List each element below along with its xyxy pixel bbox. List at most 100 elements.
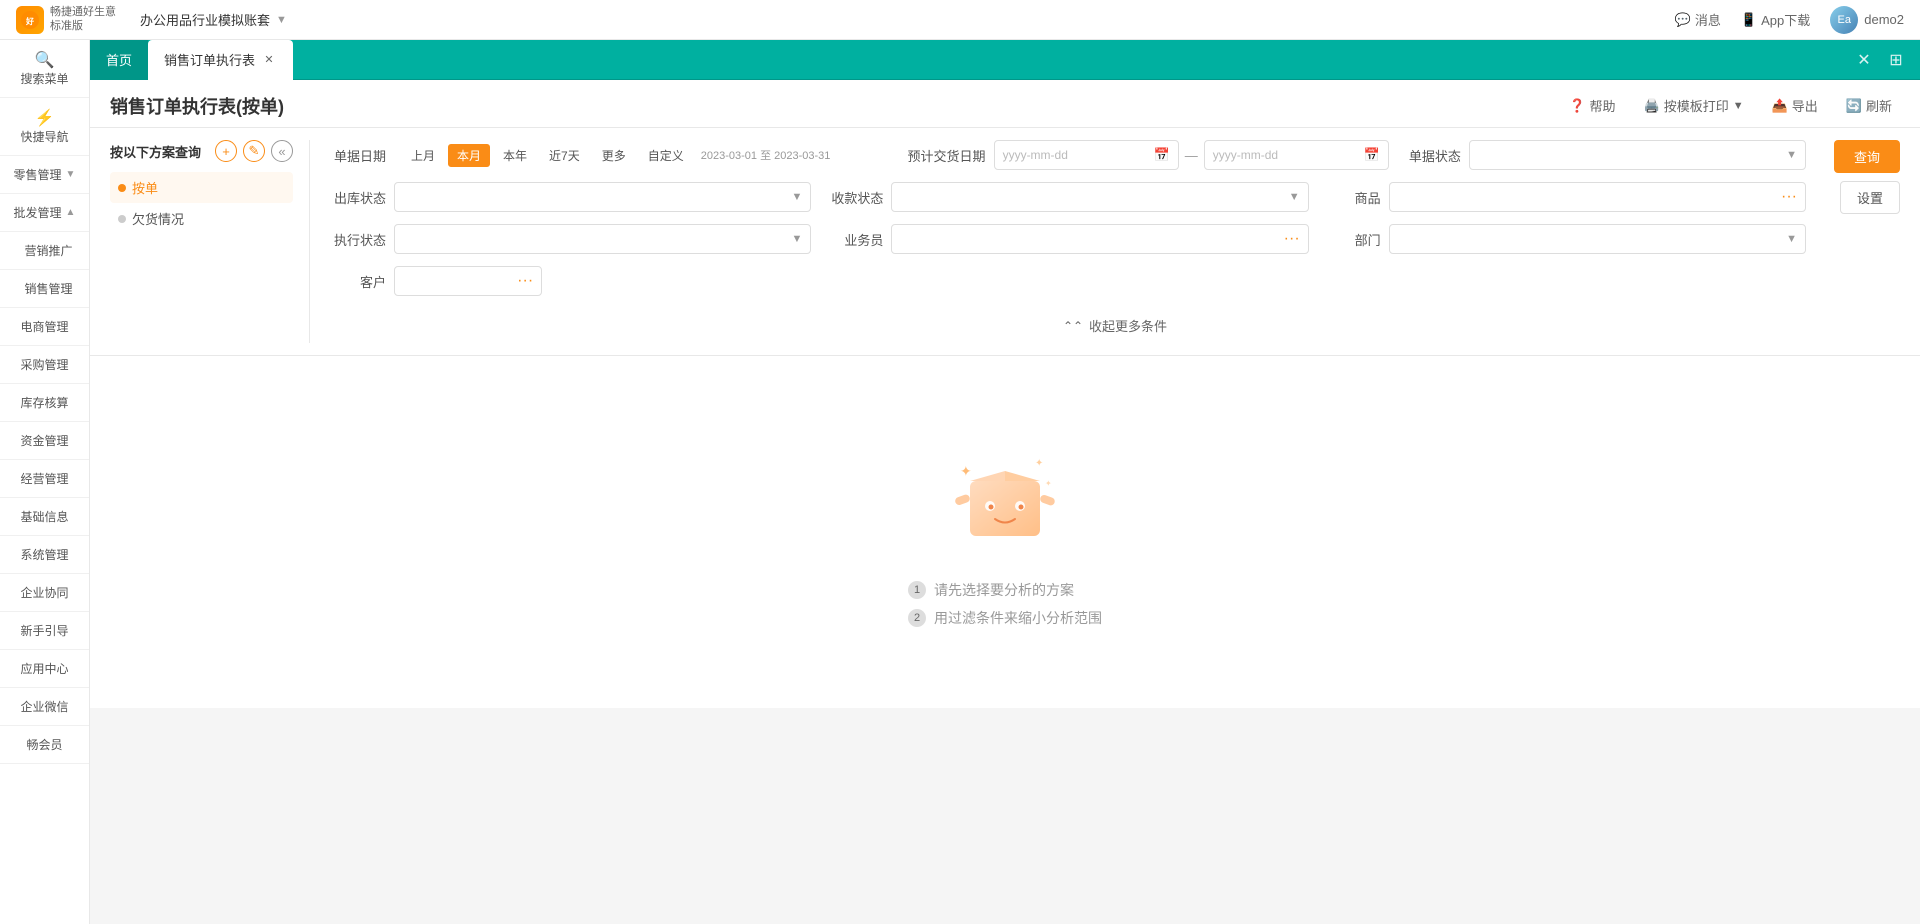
collapse-scheme-button[interactable]: « (271, 140, 293, 162)
edit-scheme-button[interactable]: ✎ (243, 140, 265, 162)
date-to-input[interactable]: yyyy-mm-dd 📅 (1204, 140, 1389, 170)
sidebar-item-retail[interactable]: 零售管理 ▼ (0, 156, 89, 194)
app-download-button[interactable]: 📱 App下载 (1741, 10, 1810, 29)
expected-delivery-label: 预计交货日期 (908, 146, 986, 165)
expected-delivery-field: 预计交货日期 yyyy-mm-dd 📅 — (908, 140, 1389, 170)
date-from-input[interactable]: yyyy-mm-dd 📅 (994, 140, 1179, 170)
sidebar-item-wechat[interactable]: 企业微信 (0, 688, 89, 726)
date-quick-this-year[interactable]: 本年 (494, 144, 536, 167)
tab-close-window-button[interactable]: ✕ (1852, 48, 1876, 72)
home-tab-label: 首页 (106, 50, 132, 69)
collapse-more-filters-button[interactable]: ⌃⌃ 收起更多条件 (330, 308, 1900, 343)
salesperson-dots-icon: ··· (1284, 230, 1300, 248)
tip-num-1: 1 (908, 581, 926, 599)
department-field: 部门 ▼ (1325, 224, 1806, 254)
salesperson-select[interactable]: ··· (891, 224, 1308, 254)
order-status-dropdown-icon: ▼ (1786, 149, 1797, 161)
customer-select[interactable]: ··· (394, 266, 542, 296)
order-status-label: 单据状态 (1405, 146, 1461, 165)
help-button[interactable]: ❓ 帮助 (1561, 92, 1623, 119)
date-range-display: 2023-03-01 至 2023-03-31 (701, 147, 831, 163)
out-status-dropdown-icon: ▼ (791, 191, 802, 203)
date-separator: — (1185, 148, 1198, 163)
sidebar-item-inventory[interactable]: 库存核算 (0, 384, 89, 422)
query-settings-buttons: 查询 设置 (1834, 140, 1900, 214)
message-button[interactable]: 💬 消息 (1675, 10, 1721, 29)
sidebar-item-finance[interactable]: 资金管理 (0, 422, 89, 460)
sidebar-item-newbie[interactable]: 新手引导 (0, 612, 89, 650)
scheme-item-by-order[interactable]: 按单 (110, 172, 293, 203)
salesperson-field: 业务员 ··· (827, 224, 1308, 254)
department-select[interactable]: ▼ (1389, 224, 1806, 254)
sidebar-item-quicknav[interactable]: ⚡ 快捷导航 (0, 98, 89, 156)
page-title: 销售订单执行表(按单) (110, 93, 284, 119)
svg-text:好: 好 (25, 16, 34, 26)
tab-bar-actions: ✕ ⊞ (1852, 48, 1920, 72)
refresh-button[interactable]: 🔄 刷新 (1838, 92, 1900, 119)
payment-status-select[interactable]: ▼ (891, 182, 1308, 212)
sidebar-item-search[interactable]: 🔍 搜索菜单 (0, 40, 89, 98)
date-quick-more[interactable]: 更多 (593, 144, 635, 167)
tab-expand-button[interactable]: ⊞ (1884, 48, 1908, 72)
date-quick-this-month[interactable]: 本月 (448, 144, 490, 167)
department-dropdown-icon: ▼ (1786, 233, 1797, 245)
breadcrumb[interactable]: 办公用品行业模拟账套 ▼ (140, 10, 287, 29)
payment-status-dropdown-icon: ▼ (1289, 191, 1300, 203)
payment-status-label: 收款状态 (827, 188, 883, 207)
exec-status-label: 执行状态 (330, 230, 386, 249)
department-label: 部门 (1325, 230, 1381, 249)
exec-status-field: 执行状态 ▼ (330, 224, 811, 254)
sidebar-item-system[interactable]: 系统管理 (0, 536, 89, 574)
logo-text: 畅捷通好生意 标准版 (50, 6, 116, 32)
filter-area: 按以下方案查询 + ✎ « 按单 (90, 128, 1920, 356)
tab-sales-order-exec[interactable]: 销售订单执行表 ✕ (148, 40, 293, 80)
sidebar-item-basic[interactable]: 基础信息 (0, 498, 89, 536)
filter-left-header: 按以下方案查询 + ✎ « (110, 140, 293, 162)
filter-row-1: 单据日期 上月 本月 本年 近7天 更多 (330, 140, 1806, 170)
add-scheme-button[interactable]: + (215, 140, 237, 162)
sidebar-item-marketing[interactable]: 营销推广 (0, 232, 89, 270)
date-field: 单据日期 上月 本月 本年 近7天 更多 (330, 144, 892, 167)
tip-num-2: 2 (908, 609, 926, 627)
tab-home[interactable]: 首页 (90, 40, 148, 80)
sidebar-item-sales[interactable]: 销售管理 (0, 270, 89, 308)
scheme-item-owe-stock[interactable]: 欠货情况 (110, 203, 293, 234)
filter-left-panel: 按以下方案查询 + ✎ « 按单 (110, 140, 310, 343)
sidebar-item-member[interactable]: 畅会员 (0, 726, 89, 764)
order-status-select[interactable]: ▼ (1469, 140, 1806, 170)
sidebar-item-wholesale[interactable]: 批发管理 ▲ (0, 194, 89, 232)
tab-close-button[interactable]: ✕ (261, 52, 277, 68)
sidebar-item-ecommerce[interactable]: 电商管理 (0, 308, 89, 346)
print-dropdown-icon: ▼ (1733, 100, 1744, 112)
filter-layout: 按以下方案查询 + ✎ « 按单 (110, 140, 1900, 343)
date-quick-last-month[interactable]: 上月 (402, 144, 444, 167)
out-status-select[interactable]: ▼ (394, 182, 811, 212)
date-quick-custom[interactable]: 自定义 (639, 144, 693, 167)
filter-left-title: 按以下方案查询 (110, 142, 201, 161)
refresh-icon: 🔄 (1846, 98, 1862, 114)
sidebar-item-enterprise[interactable]: 企业协同 (0, 574, 89, 612)
sidebar-item-appcenter[interactable]: 应用中心 (0, 650, 89, 688)
exec-status-select[interactable]: ▼ (394, 224, 811, 254)
filter-left-actions: + ✎ « (215, 140, 293, 162)
user-menu[interactable]: Ea demo2 (1830, 6, 1904, 34)
date-quick-7days[interactable]: 近7天 (540, 144, 589, 167)
product-field: 商品 ··· (1325, 182, 1806, 212)
page-content: 销售订单执行表(按单) ❓ 帮助 🖨️ 按模板打印 ▼ 📤 导出 (90, 80, 1920, 924)
customer-field: 客户 ··· (330, 266, 542, 296)
date-range-input: yyyy-mm-dd 📅 — yyyy-mm-dd 📅 (994, 140, 1389, 170)
product-select[interactable]: ··· (1389, 182, 1806, 212)
settings-button[interactable]: 设置 (1840, 181, 1900, 214)
print-button[interactable]: 🖨️ 按模板打印 ▼ (1636, 92, 1752, 119)
sidebar-item-purchase[interactable]: 采购管理 (0, 346, 89, 384)
query-button[interactable]: 查询 (1834, 140, 1900, 173)
salesperson-label: 业务员 (827, 230, 883, 249)
export-button[interactable]: 📤 导出 (1764, 92, 1826, 119)
calendar-to-icon: 📅 (1364, 147, 1380, 163)
sidebar: 🔍 搜索菜单 ⚡ 快捷导航 零售管理 ▼ 批发管理 ▲ 营销推广 销售管理 电商… (0, 40, 90, 924)
sidebar-item-operation[interactable]: 经营管理 (0, 460, 89, 498)
payment-status-field: 收款状态 ▼ (827, 182, 1308, 212)
avatar: Ea (1830, 6, 1858, 34)
logo-icon: 好 (16, 6, 44, 34)
breadcrumb-text: 办公用品行业模拟账套 (140, 10, 270, 29)
